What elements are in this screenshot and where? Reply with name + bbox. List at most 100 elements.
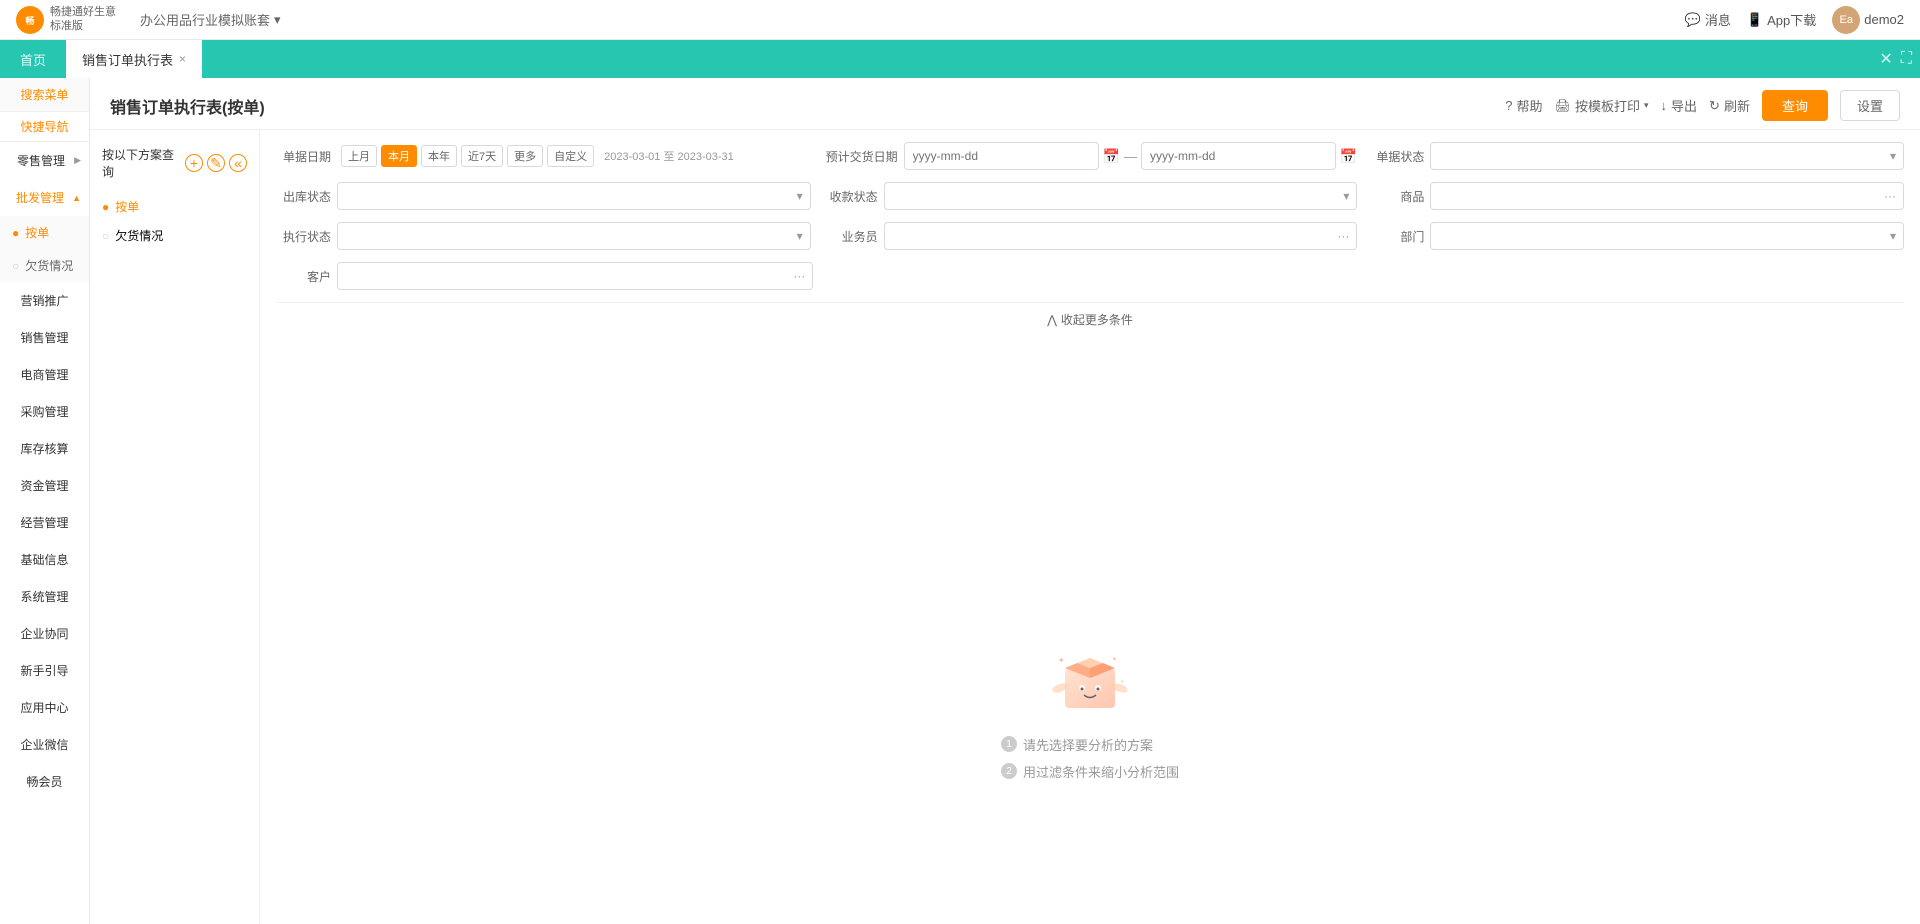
page-title: 销售订单执行表(按单): [110, 94, 265, 118]
sidebar-item-system[interactable]: 系统管理: [0, 578, 89, 615]
edit-scheme-button[interactable]: ✎: [207, 154, 225, 172]
empty-state: ✦ ✦ ✦ 1 请先选择要分析的方案 2: [260, 479, 1920, 924]
sidebar-item-appcenter[interactable]: 应用中心: [0, 689, 89, 726]
customer-wrapper: ···: [337, 262, 813, 290]
user-area[interactable]: Ea demo2: [1832, 6, 1904, 34]
goods-wrapper: ···: [1430, 182, 1904, 210]
query-button[interactable]: 查询: [1762, 90, 1828, 121]
collapse-up-icon: ⋀: [1047, 313, 1057, 327]
sidebar-item-wechat[interactable]: 企业微信: [0, 726, 89, 763]
export-icon: ↓: [1661, 98, 1668, 113]
left-panel-header: 按以下方案查询 + ✎ «: [90, 142, 259, 184]
sidebar-item-purchase[interactable]: 采购管理: [0, 393, 89, 430]
date-custom-btn[interactable]: 自定义: [547, 145, 594, 167]
calendar-icon-1[interactable]: 📅: [1103, 148, 1120, 165]
sidebar-quick-nav[interactable]: 快捷导航: [0, 112, 89, 142]
salesperson-label: 业务员: [823, 228, 878, 245]
goods-more-icon[interactable]: ···: [1884, 189, 1896, 203]
filter-row-1: 单据日期 上月 本月 本年 近7天 更多 自定义 2023-03-01 至 20…: [276, 142, 1904, 170]
date-last7-btn[interactable]: 近7天: [461, 145, 503, 167]
avatar: Ea: [1832, 6, 1860, 34]
filter-expected-date: 预计交货日期 📅 — 📅: [823, 142, 1358, 170]
exec-status-label: 执行状态: [276, 228, 331, 245]
logo-icon: 畅: [16, 6, 44, 34]
settings-button[interactable]: 设置: [1840, 90, 1900, 121]
refresh-button[interactable]: ↻ 刷新: [1709, 96, 1750, 115]
tab-close-icon[interactable]: ×: [179, 52, 186, 66]
svg-text:畅: 畅: [25, 15, 34, 26]
app-download-button[interactable]: 📱 App下载: [1747, 10, 1816, 29]
salesperson-more-icon[interactable]: ···: [1337, 229, 1349, 243]
collapse-panel-button[interactable]: «: [229, 154, 247, 172]
sidebar-item-sales[interactable]: 销售管理: [0, 319, 89, 356]
sidebar-item-finance[interactable]: 资金管理: [0, 467, 89, 504]
doc-status-input[interactable]: [1430, 142, 1904, 170]
dept-chevron-icon: ▾: [1890, 229, 1896, 243]
filter-receipt-status: 收款状态 ▾: [823, 182, 1358, 210]
date-prev-month-btn[interactable]: 上月: [341, 145, 377, 167]
expected-date-to[interactable]: [1141, 142, 1336, 170]
tree-item-by-order[interactable]: ● 按单: [90, 192, 259, 221]
export-button[interactable]: ↓ 导出: [1661, 96, 1698, 115]
receipt-chevron-icon: ▾: [1343, 189, 1349, 203]
tab-active[interactable]: 销售订单执行表 ×: [66, 40, 202, 78]
add-scheme-button[interactable]: +: [185, 154, 203, 172]
breadcrumb-chevron[interactable]: ▾: [274, 12, 281, 28]
receipt-status-wrapper: ▾: [884, 182, 1358, 210]
tab-home[interactable]: 首页: [0, 40, 66, 78]
receipt-status-input[interactable]: [884, 182, 1358, 210]
customer-input[interactable]: [337, 262, 813, 290]
svg-text:✦: ✦: [1112, 656, 1117, 663]
date-this-month-btn[interactable]: 本月: [381, 145, 417, 167]
filter-panel: 单据日期 上月 本月 本年 近7天 更多 自定义 2023-03-01 至 20…: [260, 130, 1920, 479]
sidebar-sub-item-shortage[interactable]: ○ 欠货情况: [0, 249, 89, 282]
header-left: 畅 畅捷通好生意 标准版 办公用品行业模拟账套 ▾: [16, 6, 281, 34]
salesperson-input[interactable]: [884, 222, 1358, 250]
sidebar-search[interactable]: 搜索菜单: [0, 78, 89, 112]
tree-item-icon: ●: [102, 200, 109, 214]
sidebar-item-newuser[interactable]: 新手引导: [0, 652, 89, 689]
window-maximize-button[interactable]: ⛶: [1901, 50, 1912, 68]
collapse-bar[interactable]: ⋀ 收起更多条件: [276, 302, 1904, 336]
salesperson-wrapper: ···: [884, 222, 1358, 250]
filter-dept: 部门 ▾: [1369, 222, 1904, 250]
empty-tip-1: 1 请先选择要分析的方案: [1001, 735, 1179, 754]
dept-input[interactable]: [1430, 222, 1904, 250]
sidebar-item-inventory[interactable]: 库存核算: [0, 430, 89, 467]
exec-status-input[interactable]: [337, 222, 811, 250]
print-button[interactable]: 🖨 按模板打印 ▾: [1554, 96, 1648, 115]
message-button[interactable]: 💬 消息: [1685, 10, 1731, 29]
chevron-down-icon: ▾: [1890, 149, 1896, 163]
sidebar-item-ecommerce[interactable]: 电商管理: [0, 356, 89, 393]
date-this-year-btn[interactable]: 本年: [421, 145, 457, 167]
expected-date-label: 预计交货日期: [823, 148, 898, 165]
tree-item-shortage[interactable]: ○ 欠货情况: [90, 221, 259, 250]
expected-date-from[interactable]: [904, 142, 1099, 170]
help-button[interactable]: ? 帮助: [1505, 96, 1542, 115]
help-icon: ?: [1505, 98, 1512, 113]
window-close-button[interactable]: ✕: [1879, 49, 1892, 69]
sidebar-item-marketing[interactable]: 营销推广: [0, 282, 89, 319]
sidebar-item-operations[interactable]: 经营管理: [0, 504, 89, 541]
filter-customer: 客户 ···: [276, 262, 813, 290]
filter-row-2: 出库状态 ▾ 收款状态 ▾: [276, 182, 1904, 210]
goods-input[interactable]: [1430, 182, 1904, 210]
sidebar-sub-item-orders[interactable]: ● 按单: [0, 216, 89, 249]
window-controls: ✕ ⛶: [1879, 49, 1920, 69]
sidebar-item-collaboration[interactable]: 企业协同: [0, 615, 89, 652]
sidebar-item-members[interactable]: 畅会员: [0, 763, 89, 800]
top-header: 畅 畅捷通好生意 标准版 办公用品行业模拟账套 ▾ 💬 消息 📱 App下载 E…: [0, 0, 1920, 40]
sidebar-item-basic[interactable]: 基础信息: [0, 541, 89, 578]
calendar-icon-2[interactable]: 📅: [1340, 148, 1357, 165]
expected-date-range: 📅 — 📅: [904, 142, 1358, 170]
header-right: 💬 消息 📱 App下载 Ea demo2: [1685, 6, 1904, 34]
exec-chevron-icon: ▾: [797, 229, 803, 243]
sidebar-item-retail[interactable]: 零售管理 ▶: [0, 142, 89, 179]
date-more-btn[interactable]: 更多: [507, 145, 543, 167]
ship-chevron-icon: ▾: [797, 189, 803, 203]
tree-item-icon2: ○: [102, 229, 109, 243]
ship-status-input[interactable]: [337, 182, 811, 210]
customer-more-icon[interactable]: ···: [793, 269, 805, 283]
sidebar-item-wholesale[interactable]: 批发管理 ▲: [0, 179, 89, 216]
nav-tabs: 首页 销售订单执行表 × ✕ ⛶: [0, 40, 1920, 78]
